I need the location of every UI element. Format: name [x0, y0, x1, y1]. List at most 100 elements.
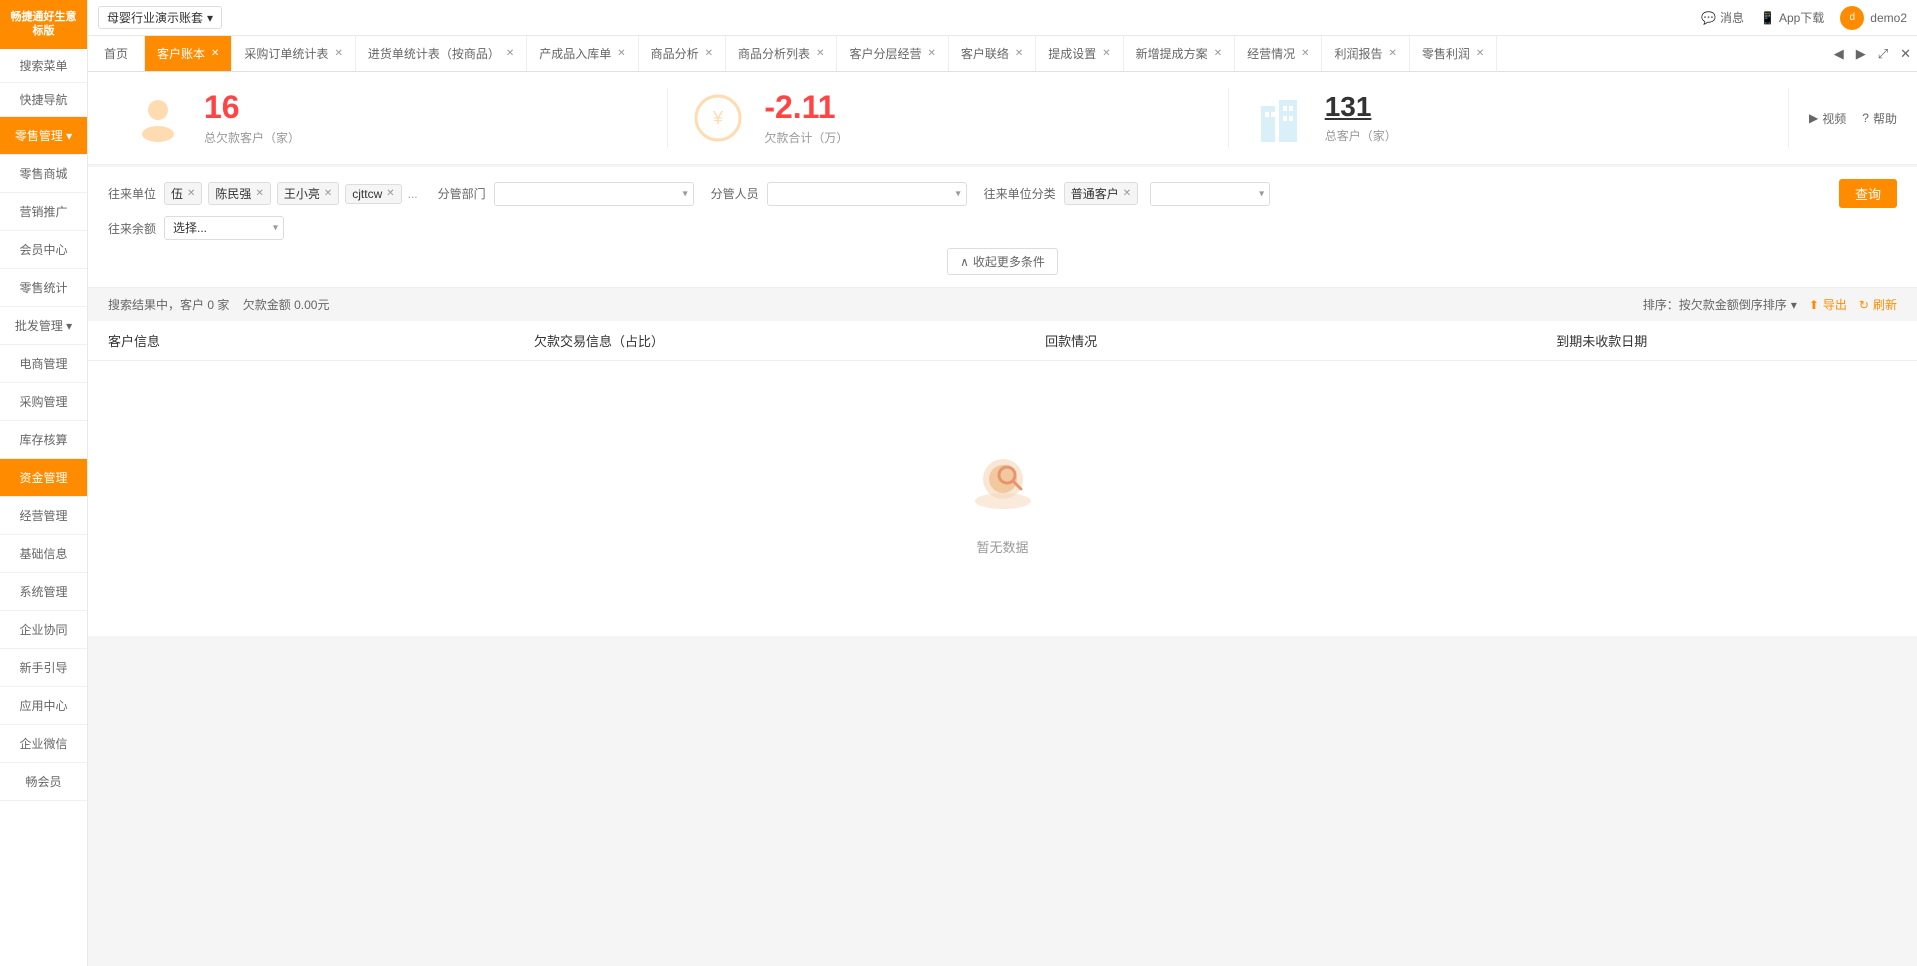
close-icon[interactable]: ✕ — [334, 48, 342, 59]
filter-row-1: 往来单位 伍 ✕ 陈民强 ✕ 王小亮 ✕ cjttcw — [108, 179, 1897, 208]
unit-tag-wang: 王小亮 ✕ — [277, 182, 339, 205]
tab-retail-profit[interactable]: 零售利润 ✕ — [1410, 36, 1497, 72]
stats-bar-actions: ▶ 视频 ? 帮助 — [1809, 110, 1897, 127]
close-icon[interactable]: ✕ — [506, 48, 514, 59]
person-select-wrap — [767, 182, 967, 206]
sidebar-item-operations[interactable]: 经营管理 — [0, 497, 87, 535]
category-tag-normal-close[interactable]: ✕ — [1123, 188, 1131, 199]
topbar-left: 母婴行业演示账套 ▾ — [98, 6, 222, 29]
empty-text: 暂无数据 — [976, 537, 1028, 556]
query-button[interactable]: 查询 — [1839, 179, 1897, 208]
logo-text: 畅捷通好生意 标版 — [6, 10, 81, 39]
help-button[interactable]: ? 帮助 — [1862, 110, 1897, 127]
sidebar-item-quicknav[interactable]: 快捷导航 — [0, 83, 87, 117]
chevron-up-icon: ∧ — [960, 255, 969, 269]
unit-tag-wang-close[interactable]: ✕ — [324, 188, 332, 199]
messages-button[interactable]: 💬 消息 — [1701, 9, 1744, 26]
close-icon[interactable]: ✕ — [617, 48, 625, 59]
export-button[interactable]: ⬆ 导出 — [1809, 296, 1847, 313]
stat-total-customers: 131 总客户（家） — [1229, 88, 1789, 148]
topbar: 母婴行业演示账套 ▾ 💬 消息 📱 App下载 d demo2 — [88, 0, 1917, 36]
nav-arrow-right[interactable]: ▶ — [1850, 36, 1872, 72]
account-selector[interactable]: 母婴行业演示账套 ▾ — [98, 6, 222, 29]
sidebar-item-wholesale[interactable]: 批发管理 ▾ — [0, 307, 87, 345]
sidebar-logo[interactable]: 畅捷通好生意 标版 — [0, 0, 87, 49]
table-header: 客户信息 欠款交易信息（占比） 回款情况 到期未收款日期 — [88, 321, 1917, 361]
close-icon[interactable]: ✕ — [1214, 48, 1222, 59]
tab-customer-contact[interactable]: 客户联络 ✕ — [949, 36, 1036, 72]
close-icon[interactable]: ✕ — [816, 48, 824, 59]
sidebar-item-enterprise-collab[interactable]: 企业协同 — [0, 611, 87, 649]
nav-arrow-left[interactable]: ◀ — [1828, 36, 1850, 72]
sidebar-item-inventory[interactable]: 库存核算 — [0, 421, 87, 459]
close-icon[interactable]: ✕ — [1476, 48, 1484, 59]
empty-state: 暂无数据 — [88, 361, 1917, 636]
tab-business-status[interactable]: 经营情况 ✕ — [1235, 36, 1322, 72]
unit-tag-chen-close[interactable]: ✕ — [255, 188, 263, 199]
sidebar-item-basics[interactable]: 基础信息 — [0, 535, 87, 573]
sidebar-item-retail-stats[interactable]: 零售统计 — [0, 269, 87, 307]
close-icon[interactable]: ✕ — [1301, 48, 1309, 59]
refresh-button[interactable]: ↻ 刷新 — [1859, 296, 1897, 313]
stats-bar: 16 总欠款客户（家） ¥ -2.11 欠款合计（万） — [88, 72, 1917, 165]
app-download-button[interactable]: 📱 App下载 — [1760, 9, 1824, 26]
sidebar-item-member[interactable]: 会员中心 — [0, 231, 87, 269]
close-icon[interactable]: ✕ — [211, 48, 219, 59]
tab-commission-settings[interactable]: 提成设置 ✕ — [1036, 36, 1123, 72]
th-customer: 客户信息 — [108, 331, 534, 350]
tab-new-commission-plan[interactable]: 新增提成方案 ✕ — [1124, 36, 1235, 72]
tab-customer-layering[interactable]: 客户分层经营 ✕ — [837, 36, 948, 72]
sidebar-item-purchase[interactable]: 采购管理 — [0, 383, 87, 421]
dept-filter-label: 分管部门 — [438, 185, 486, 202]
tab-purchase-order-stats[interactable]: 采购订单统计表 ✕ — [232, 36, 355, 72]
sidebar: 畅捷通好生意 标版 搜索菜单 快捷导航 零售管理 ▾ 零售商城 营销推广 会员中… — [0, 0, 88, 966]
sidebar-item-ecommerce[interactable]: 电商管理 — [0, 345, 87, 383]
tab-home[interactable]: 首页 — [88, 36, 145, 72]
video-help-button[interactable]: ▶ 视频 — [1809, 110, 1846, 127]
sidebar-item-retail[interactable]: 零售管理 ▾ — [0, 117, 87, 155]
sidebar-item-newbie[interactable]: 新手引导 — [0, 649, 87, 687]
collapse-button[interactable]: ∧ 收起更多条件 — [947, 248, 1058, 275]
unit-filter-label: 往来单位 — [108, 185, 156, 202]
sidebar-item-chang-member[interactable]: 畅会员 — [0, 763, 87, 801]
close-icon[interactable]: ✕ — [705, 48, 713, 59]
sidebar-item-retail-mall[interactable]: 零售商城 — [0, 155, 87, 193]
dept-select[interactable] — [494, 182, 694, 206]
sidebar-item-app-center[interactable]: 应用中心 — [0, 687, 87, 725]
unit-tag-wu-close[interactable]: ✕ — [187, 188, 195, 199]
chevron-down-icon: ▾ — [1791, 298, 1797, 312]
category-select[interactable] — [1150, 182, 1270, 206]
play-icon: ▶ — [1809, 111, 1818, 125]
balance-select[interactable]: 选择... — [164, 216, 284, 240]
close-icon[interactable]: ✕ — [1015, 48, 1023, 59]
unit-tag-cj-close[interactable]: ✕ — [386, 188, 394, 199]
close-icon[interactable]: ✕ — [1102, 48, 1110, 59]
stat-customers-value: 16 — [204, 90, 300, 125]
tab-purchase-stats-by-product[interactable]: 进货单统计表（按商品） ✕ — [356, 36, 527, 72]
tab-finished-product-inbound[interactable]: 产成品入库单 ✕ — [527, 36, 638, 72]
nav-close-icon[interactable]: ✕ — [1894, 36, 1917, 72]
close-icon[interactable]: ✕ — [927, 48, 935, 59]
category-tag-normal: 普通客户 ✕ — [1064, 182, 1138, 205]
tab-product-analysis-list[interactable]: 商品分析列表 ✕ — [726, 36, 837, 72]
tab-profit-report[interactable]: 利润报告 ✕ — [1322, 36, 1409, 72]
more-tags-button[interactable]: ... — [408, 187, 418, 201]
th-debt: 欠款交易信息（占比） — [534, 331, 1045, 350]
nav-expand-icon[interactable]: ⤢ — [1872, 36, 1894, 72]
sidebar-item-marketing[interactable]: 营销推广 — [0, 193, 87, 231]
category-select-wrap — [1150, 182, 1270, 206]
sidebar-item-finance[interactable]: 资金管理 — [0, 459, 87, 497]
person-select[interactable] — [767, 182, 967, 206]
tab-customer-ledger[interactable]: 客户账本 ✕ — [145, 36, 232, 72]
sidebar-item-system[interactable]: 系统管理 — [0, 573, 87, 611]
th-date: 到期未收款日期 — [1556, 331, 1897, 350]
sort-label: 排序：按欠款金额倒序排序 — [1643, 296, 1787, 313]
svg-text:¥: ¥ — [712, 108, 724, 128]
stat-debt-value: -2.11 — [764, 90, 848, 125]
sort-select[interactable]: 排序：按欠款金额倒序排序 ▾ — [1643, 296, 1797, 313]
user-profile[interactable]: d demo2 — [1840, 6, 1907, 30]
sidebar-item-wechat[interactable]: 企业微信 — [0, 725, 87, 763]
sidebar-item-search[interactable]: 搜索菜单 — [0, 49, 87, 83]
tab-product-analysis[interactable]: 商品分析 ✕ — [639, 36, 726, 72]
close-icon[interactable]: ✕ — [1389, 48, 1397, 59]
